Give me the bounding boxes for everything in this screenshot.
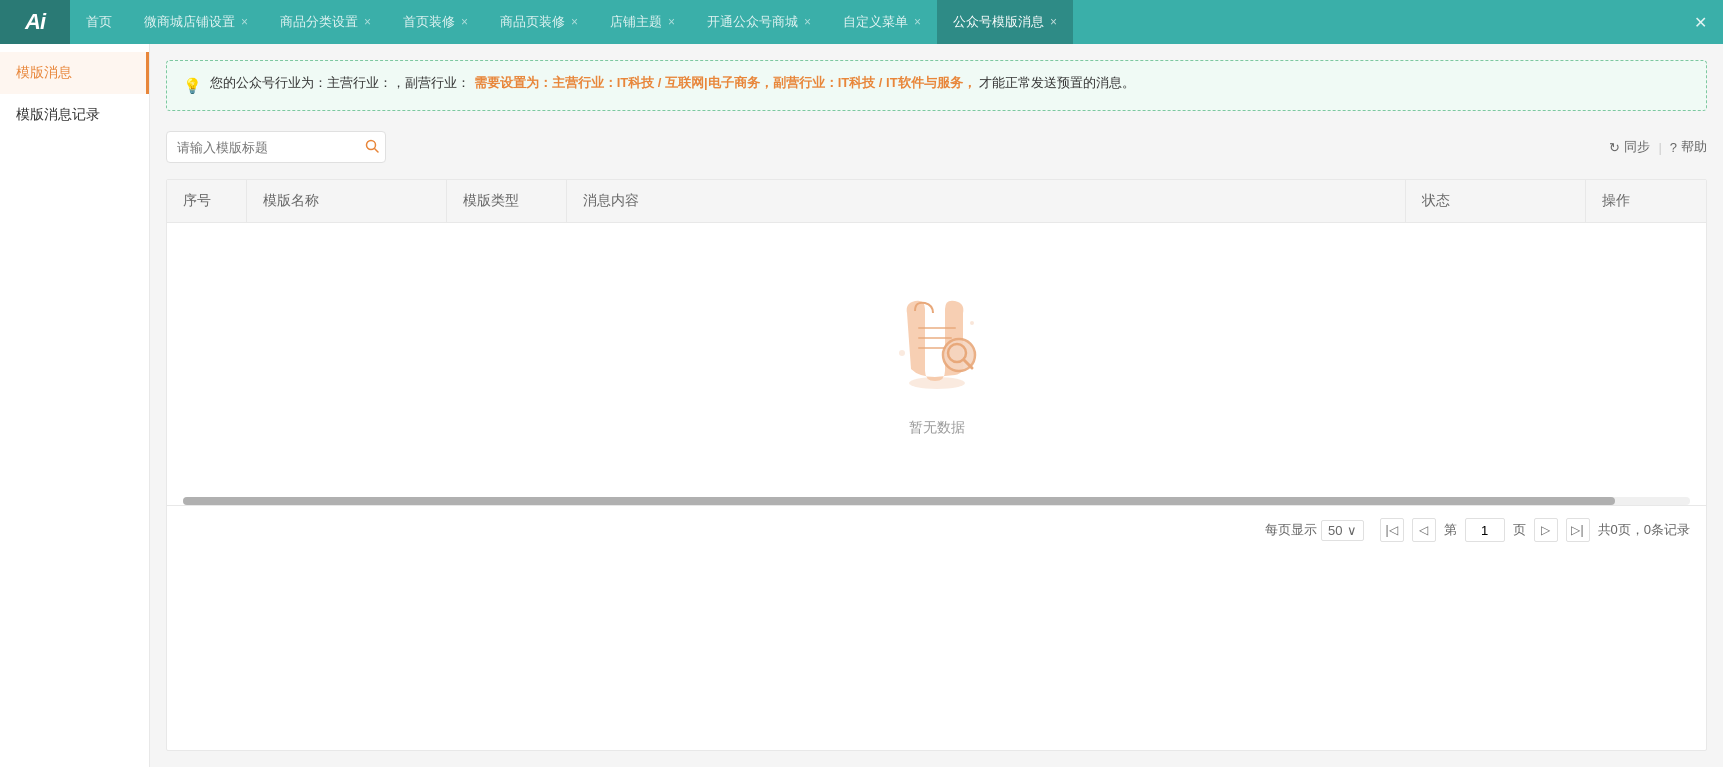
tab-template-message-close[interactable]: × [1050,15,1057,29]
empty-illustration [877,283,997,403]
svg-point-10 [899,350,905,356]
scroll-track[interactable] [183,497,1690,505]
notice-text: 您的公众号行业为：主营行业：，副营行业： 需要设置为：主营行业：IT科技 / 互… [210,73,1690,94]
col-content: 消息内容 [567,180,1406,222]
tab-product-decoration-close[interactable]: × [571,15,578,29]
empty-text: 暂无数据 [909,419,965,437]
tab-category-settings[interactable]: 商品分类设置 × [264,0,387,44]
help-button[interactable]: ? 帮助 [1670,138,1707,156]
tab-store-theme-label: 店铺主题 [610,13,662,31]
next-page-button[interactable]: ▷ [1534,518,1558,542]
tab-custom-menu[interactable]: 自定义菜单 × [827,0,937,44]
total-info: 共0页，0条记录 [1598,521,1690,539]
sync-icon: ↻ [1609,140,1620,155]
page-label-di: 第 [1444,521,1457,539]
notice-icon: 💡 [183,74,202,98]
table-header: 序号 模版名称 模版类型 消息内容 状态 操作 [167,180,1706,223]
col-type: 模版类型 [447,180,567,222]
search-icon [365,139,379,153]
tab-homepage-decoration-close[interactable]: × [461,15,468,29]
col-index: 序号 [167,180,247,222]
tab-open-mall[interactable]: 开通公众号商城 × [691,0,827,44]
tab-custom-menu-close[interactable]: × [914,15,921,29]
toolbar-right: ↻ 同步 | ? 帮助 [1609,138,1707,156]
main-layout: 模版消息 模版消息记录 💡 您的公众号行业为：主营行业：，副营行业： 需要设置为… [0,44,1723,767]
tab-open-mall-label: 开通公众号商城 [707,13,798,31]
chevron-down-icon: ∨ [1347,523,1357,538]
tab-store-settings[interactable]: 微商城店铺设置 × [128,0,264,44]
sidebar-item-template-message[interactable]: 模版消息 [0,52,149,94]
empty-state: 暂无数据 [167,223,1706,497]
page-size-value: 50 [1328,523,1342,538]
sync-button[interactable]: ↻ 同步 [1609,138,1650,156]
content-area: 💡 您的公众号行业为：主营行业：，副营行业： 需要设置为：主营行业：IT科技 /… [150,44,1723,767]
tab-product-decoration-label: 商品页装修 [500,13,565,31]
toolbar-divider: | [1658,140,1661,155]
col-status: 状态 [1406,180,1586,222]
notice-prefix: 您的公众号行业为：主营行业：，副营行业： [210,75,470,90]
tab-homepage-decoration[interactable]: 首页装修 × [387,0,484,44]
tab-home-label: 首页 [86,13,112,31]
tab-store-theme[interactable]: 店铺主题 × [594,0,691,44]
page-size-select: 每页显示 50 ∨ [1265,520,1363,541]
sidebar-item-template-records[interactable]: 模版消息记录 [0,94,149,136]
tab-template-message-label: 公众号模版消息 [953,13,1044,31]
help-icon: ? [1670,140,1677,155]
app-logo: Ai [0,0,70,44]
tab-store-settings-close[interactable]: × [241,15,248,29]
notice-highlight: 需要设置为：主营行业：IT科技 / 互联网|电子商务，副营行业：IT科技 / I… [474,75,976,90]
table-container: 序号 模版名称 模版类型 消息内容 状态 操作 [166,179,1707,751]
toolbar: ↻ 同步 | ? 帮助 [166,123,1707,167]
search-button[interactable] [355,131,386,163]
scroll-thumb [183,497,1615,505]
tab-category-settings-label: 商品分类设置 [280,13,358,31]
search-box [166,131,386,163]
tab-product-decoration[interactable]: 商品页装修 × [484,0,594,44]
tab-category-settings-close[interactable]: × [364,15,371,29]
tab-store-theme-close[interactable]: × [668,15,675,29]
tab-store-settings-label: 微商城店铺设置 [144,13,235,31]
sync-label: 同步 [1624,138,1650,156]
logo-text: Ai [25,9,45,35]
pagination: 每页显示 50 ∨ |◁ ◁ 第 页 ▷ ▷| 共0页，0条记录 [167,505,1706,554]
tab-bar: Ai 首页 微商城店铺设置 × 商品分类设置 × 首页装修 × 商品页装修 × … [0,0,1723,44]
prev-page-button[interactable]: ◁ [1412,518,1436,542]
sidebar: 模版消息 模版消息记录 [0,44,150,767]
page-label-page: 页 [1513,521,1526,539]
notice-box: 💡 您的公众号行业为：主营行业：，副营行业： 需要设置为：主营行业：IT科技 /… [166,60,1707,111]
page-input[interactable] [1465,518,1505,542]
page-size-dropdown[interactable]: 50 ∨ [1321,520,1363,541]
svg-line-1 [375,148,379,152]
tab-home[interactable]: 首页 [70,0,128,44]
tab-homepage-decoration-label: 首页装修 [403,13,455,31]
first-page-button[interactable]: |◁ [1380,518,1404,542]
search-input[interactable] [167,140,355,155]
help-label: 帮助 [1681,138,1707,156]
svg-point-9 [970,321,974,325]
tab-custom-menu-label: 自定义菜单 [843,13,908,31]
col-actions: 操作 [1586,180,1706,222]
col-name: 模版名称 [247,180,447,222]
notice-suffix: 才能正常发送预置的消息。 [979,75,1135,90]
tab-open-mall-close[interactable]: × [804,15,811,29]
tab-bar-close-all[interactable]: ✕ [1678,13,1723,32]
tab-template-message[interactable]: 公众号模版消息 × [937,0,1073,44]
last-page-button[interactable]: ▷| [1566,518,1590,542]
page-size-label: 每页显示 [1265,521,1317,539]
